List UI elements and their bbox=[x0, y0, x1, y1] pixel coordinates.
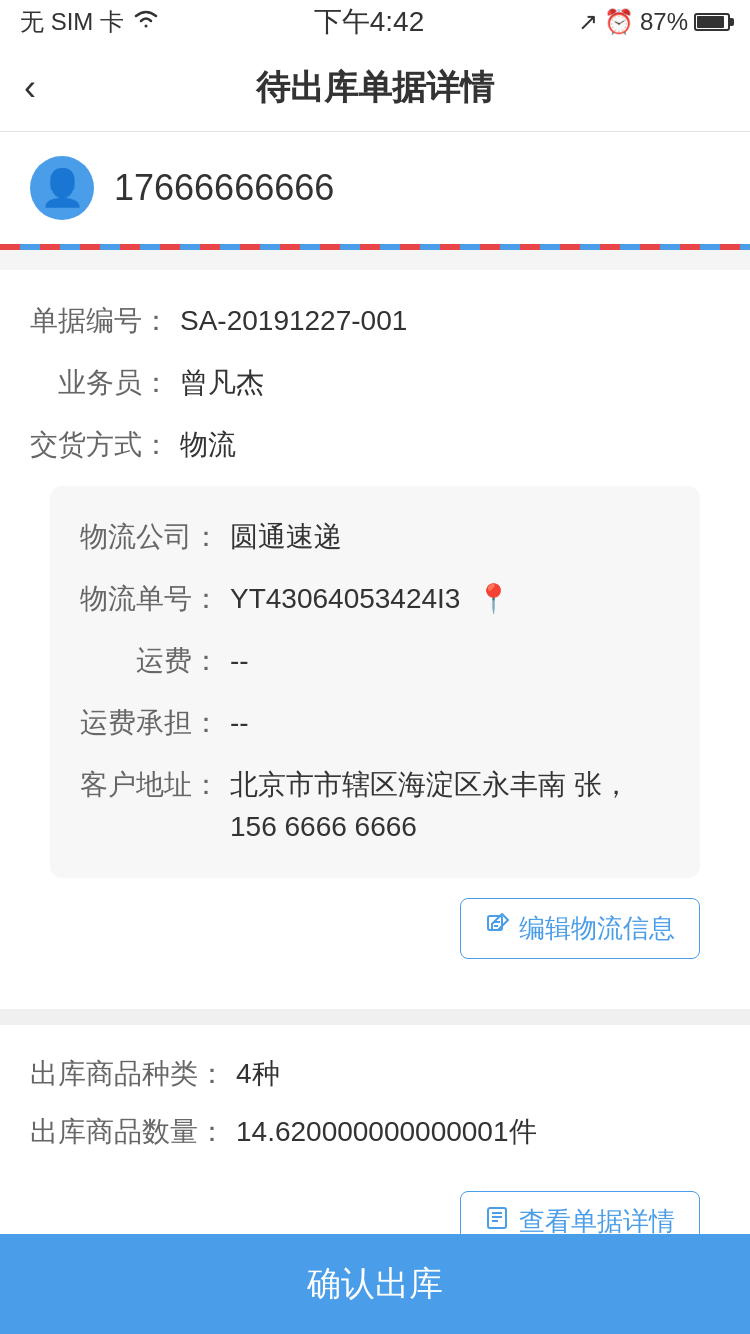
logistics-company-row: 物流公司： 圆通速递 bbox=[80, 516, 670, 558]
salesperson-label: 业务员： bbox=[30, 362, 170, 404]
document-icon bbox=[485, 1206, 509, 1237]
battery-icon bbox=[694, 13, 730, 31]
goods-quantity-value: 14.620000000000001件 bbox=[226, 1113, 720, 1151]
page-title: 待出库单据详情 bbox=[256, 65, 494, 111]
status-icons: ↗ ⏰ 87% bbox=[578, 8, 730, 36]
freight-bearer-value: -- bbox=[220, 702, 670, 744]
edit-icon bbox=[485, 913, 509, 944]
wifi-icon bbox=[132, 8, 160, 36]
order-info-section: 单据编号： SA-20191227-001 业务员： 曾凡杰 交货方式： 物流 … bbox=[0, 270, 750, 1009]
status-bar: 无 SIM 卡 下午4:42 ↗ ⏰ 87% bbox=[0, 0, 750, 44]
goods-type-row: 出库商品种类： 4种 bbox=[30, 1055, 720, 1093]
logistics-box: 物流公司： 圆通速递 物流单号： YT43064053424I3 📍 运费： -… bbox=[50, 486, 700, 878]
user-icon: 👤 bbox=[40, 167, 85, 209]
logistics-company-value: 圆通速递 bbox=[220, 516, 670, 558]
alarm-icon: ⏰ bbox=[604, 8, 634, 36]
customer-header: 👤 17666666666 bbox=[0, 132, 750, 244]
goods-quantity-row: 出库商品数量： 14.620000000000001件 bbox=[30, 1113, 720, 1151]
logistics-tracking-label: 物流单号： bbox=[80, 578, 220, 620]
section-divider bbox=[0, 1009, 750, 1025]
address-row: 客户地址： 北京市市辖区海淀区永丰南 张，156 6666 6666 bbox=[80, 764, 670, 848]
doc-number-row: 单据编号： SA-20191227-001 bbox=[30, 300, 720, 342]
goods-type-label: 出库商品种类： bbox=[30, 1055, 226, 1093]
freight-row: 运费： -- bbox=[80, 640, 670, 682]
salesperson-row: 业务员： 曾凡杰 bbox=[30, 362, 720, 404]
doc-number-value: SA-20191227-001 bbox=[170, 300, 720, 342]
freight-label: 运费： bbox=[80, 640, 220, 682]
customer-phone: 17666666666 bbox=[114, 167, 334, 209]
carrier-text: 无 SIM 卡 bbox=[20, 6, 124, 38]
delivery-method-label: 交货方式： bbox=[30, 424, 170, 466]
freight-bearer-label: 运费承担： bbox=[80, 702, 220, 744]
logistics-tracking-value: YT43064053424I3 📍 bbox=[220, 578, 670, 620]
status-time: 下午4:42 bbox=[314, 3, 425, 41]
dashed-divider bbox=[0, 244, 750, 250]
logistics-company-label: 物流公司： bbox=[80, 516, 220, 558]
confirm-outbound-button[interactable]: 确认出库 bbox=[0, 1234, 750, 1334]
logistics-tracking-row: 物流单号： YT43064053424I3 📍 bbox=[80, 578, 670, 620]
address-label: 客户地址： bbox=[80, 764, 220, 806]
doc-number-label: 单据编号： bbox=[30, 300, 170, 342]
confirm-btn-label: 确认出库 bbox=[307, 1261, 443, 1307]
avatar: 👤 bbox=[30, 156, 94, 220]
goods-type-value: 4种 bbox=[226, 1055, 720, 1093]
back-button[interactable]: ‹ bbox=[24, 67, 36, 109]
nav-bar: ‹ 待出库单据详情 bbox=[0, 44, 750, 132]
goods-quantity-label: 出库商品数量： bbox=[30, 1113, 226, 1151]
map-location-icon[interactable]: 📍 bbox=[476, 578, 511, 620]
edit-logistics-button[interactable]: 编辑物流信息 bbox=[460, 898, 700, 959]
delivery-method-value: 物流 bbox=[170, 424, 720, 466]
edit-btn-wrapper: 编辑物流信息 bbox=[30, 878, 720, 979]
address-value: 北京市市辖区海淀区永丰南 张，156 6666 6666 bbox=[220, 764, 670, 848]
edit-logistics-label: 编辑物流信息 bbox=[519, 911, 675, 946]
status-carrier: 无 SIM 卡 bbox=[20, 6, 160, 38]
freight-bearer-row: 运费承担： -- bbox=[80, 702, 670, 744]
battery-text: 87% bbox=[640, 8, 688, 36]
delivery-method-row: 交货方式： 物流 bbox=[30, 424, 720, 466]
location-arrow-icon: ↗ bbox=[578, 8, 598, 36]
salesperson-value: 曾凡杰 bbox=[170, 362, 720, 404]
freight-value: -- bbox=[220, 640, 670, 682]
